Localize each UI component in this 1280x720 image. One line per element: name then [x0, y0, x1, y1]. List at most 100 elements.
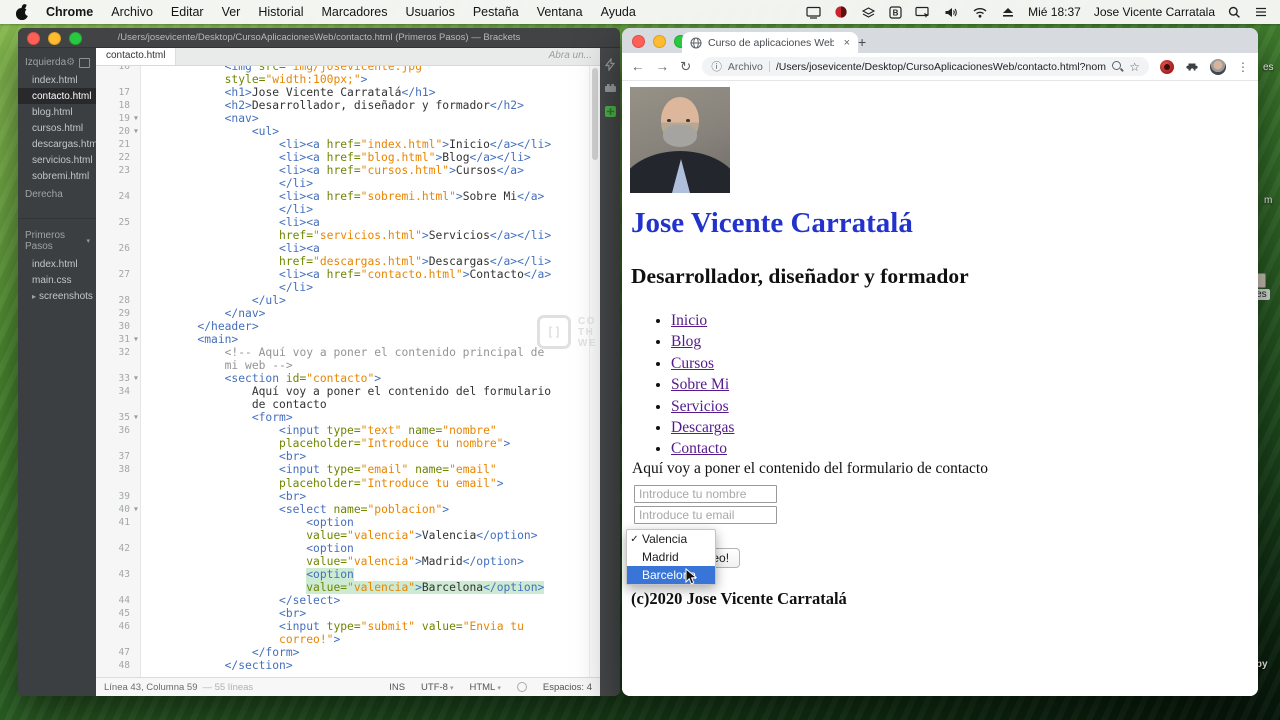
menu-marcadores[interactable]: Marcadores	[313, 5, 397, 19]
code-row: 36 <input type="text" name="nombre"	[118, 424, 497, 438]
nav-link-sobre-mi[interactable]: Sobre Mi	[671, 376, 729, 393]
code-row: mi web -->	[224, 359, 293, 373]
notification-center-icon[interactable]	[1254, 6, 1268, 18]
bookmark-star-icon[interactable]: ☆	[1129, 60, 1140, 74]
code-row: 28 </ul>	[118, 294, 286, 308]
code-row: 41 <option	[118, 515, 354, 529]
close-window-button[interactable]	[27, 32, 40, 45]
extension-manager-icon[interactable]	[604, 83, 617, 93]
mouse-cursor	[685, 568, 697, 585]
tab-close-icon[interactable]: ×	[840, 37, 850, 49]
menu-ventana[interactable]: Ventana	[528, 5, 592, 19]
open-file-hint[interactable]: Abra un...	[541, 48, 600, 65]
file-blog-html[interactable]: blog.html	[18, 104, 96, 120]
gear-icon[interactable]: ⚙	[66, 57, 75, 68]
menu-editar[interactable]: Editar	[162, 5, 213, 19]
nav-link-inicio[interactable]: Inicio	[671, 312, 707, 329]
project-dropdown[interactable]: Primeros Pasos ▾	[18, 225, 96, 256]
new-tab-button[interactable]: +	[858, 32, 866, 52]
file-main-css[interactable]: main.css	[18, 272, 96, 288]
forward-button[interactable]: →	[656, 60, 670, 74]
menu-chrome[interactable]: Chrome	[37, 5, 102, 19]
menubar-username[interactable]: Jose Vicente Carratala	[1094, 5, 1215, 19]
option-valencia[interactable]: ✓ Valencia	[627, 530, 715, 548]
option-madrid[interactable]: Madrid	[627, 548, 715, 566]
layers-icon[interactable]	[861, 6, 876, 19]
language-select[interactable]: HTML ▾	[469, 682, 500, 693]
code-row: 40 ▼ <select name="poblacion">	[118, 502, 450, 516]
minimize-window-button[interactable]	[48, 32, 61, 45]
page-footer: (c)2020 Jose Vicente Carratalá	[631, 589, 847, 608]
nav-link-contacto[interactable]: Contacto	[671, 440, 727, 457]
menu-pesta-a[interactable]: Pestaña	[464, 5, 528, 19]
brackets-sidebar: Izquierda ⚙ index.html contacto.html blog.…	[18, 48, 96, 696]
menu-usuarios[interactable]: Usuarios	[397, 5, 464, 19]
nav-link-descargas[interactable]: Descargas	[671, 419, 734, 436]
file-servicios-html[interactable]: servicios.html	[18, 152, 96, 168]
minimize-window-button[interactable]	[653, 35, 666, 48]
back-button[interactable]: ←	[631, 60, 645, 74]
encoding-select[interactable]: UTF-8 ▾	[421, 682, 453, 693]
lint-status-icon[interactable]	[516, 682, 527, 692]
file-cursos-html[interactable]: cursos.html	[18, 120, 96, 136]
file-descargas-html[interactable]: descargas.html	[18, 136, 96, 152]
red-app-icon[interactable]	[834, 5, 848, 19]
extension-red-icon[interactable]	[1160, 59, 1174, 74]
name-input[interactable]	[634, 485, 777, 503]
scrollbar-thumb[interactable]	[592, 68, 598, 160]
boom-app-icon[interactable]: B	[889, 5, 902, 19]
indent-setting[interactable]: Espacios: 4	[543, 682, 592, 693]
file-contacto-html[interactable]: contacto.html	[18, 88, 96, 104]
code-row: style="width:100px;">	[224, 73, 368, 87]
file-screenshots[interactable]: ▸ screenshots	[18, 288, 96, 304]
menu-ayuda[interactable]: Ayuda	[592, 5, 645, 19]
code-row: 30 </header>	[118, 320, 259, 334]
code-row: 29 </nav>	[118, 307, 266, 321]
extension-green-icon[interactable]	[604, 105, 617, 118]
menu-archivo[interactable]: Archivo	[102, 5, 162, 19]
browser-tab[interactable]: Curso de aplicaciones Web ×	[682, 32, 858, 53]
close-window-button[interactable]	[632, 35, 645, 48]
spotlight-search-icon[interactable]	[1228, 6, 1241, 19]
extensions-puzzle-icon[interactable]	[1185, 60, 1199, 74]
option-barcelona[interactable]: Barcelona	[627, 566, 715, 584]
divider	[768, 61, 770, 72]
wifi-icon[interactable]	[972, 6, 988, 18]
tab-contacto[interactable]: contacto.html	[96, 48, 177, 65]
info-icon[interactable]: ⓘ	[711, 59, 722, 74]
url-text[interactable]: /Users/josevicente/Desktop/CursoAplicaci…	[776, 61, 1106, 73]
address-bar[interactable]: ⓘ Archivo /Users/josevicente/Desktop/Cur…	[702, 57, 1149, 76]
split-view-icon[interactable]	[79, 57, 91, 68]
zoom-icon[interactable]	[1112, 61, 1123, 72]
nav-link-servicios[interactable]: Servicios	[671, 398, 729, 415]
nav-link-cursos[interactable]: Cursos	[671, 355, 714, 372]
live-preview-icon[interactable]	[604, 58, 616, 71]
code-row: 26 <li><a	[118, 242, 320, 256]
file-index-html[interactable]: index.html	[18, 256, 96, 272]
code-editor[interactable]: 16 <img src="img/josevicente.jpg" style=…	[96, 66, 600, 677]
volume-icon[interactable]	[944, 6, 959, 19]
svg-text:B: B	[893, 8, 899, 17]
page-title: Jose Vicente Carratalá	[631, 207, 913, 239]
code-rows: 16 <img src="img/josevicente.jpg" style=…	[96, 66, 590, 672]
insert-mode-toggle[interactable]: INS	[389, 682, 405, 693]
email-input[interactable]	[634, 506, 777, 524]
reload-button[interactable]: ↻	[680, 60, 691, 74]
code-row: 46 <input type="submit" value="Envia tu	[118, 619, 524, 633]
brackets-titlebar[interactable]: /Users/josevicente/Desktop/CursoAplicaci…	[18, 28, 620, 48]
nav-link-blog[interactable]: Blog	[671, 333, 701, 350]
screen-mirroring-icon[interactable]	[806, 6, 821, 19]
file-index-html[interactable]: index.html	[18, 72, 96, 88]
working-set-right-header: Derecha	[25, 189, 63, 200]
display-menu-icon[interactable]	[915, 6, 931, 19]
eject-icon[interactable]	[1001, 6, 1015, 18]
zoom-window-button[interactable]	[69, 32, 82, 45]
profile-avatar[interactable]	[1210, 58, 1226, 75]
menu-ver[interactable]: Ver	[213, 5, 250, 19]
apple-menu-icon[interactable]	[16, 3, 32, 20]
file-sobremi-html[interactable]: sobremi.html	[18, 168, 96, 184]
profile-photo	[630, 87, 730, 193]
chrome-menu-icon[interactable]: ⋮	[1237, 60, 1249, 74]
menu-historial[interactable]: Historial	[249, 5, 312, 19]
editor-scrollbar[interactable]	[589, 66, 600, 677]
